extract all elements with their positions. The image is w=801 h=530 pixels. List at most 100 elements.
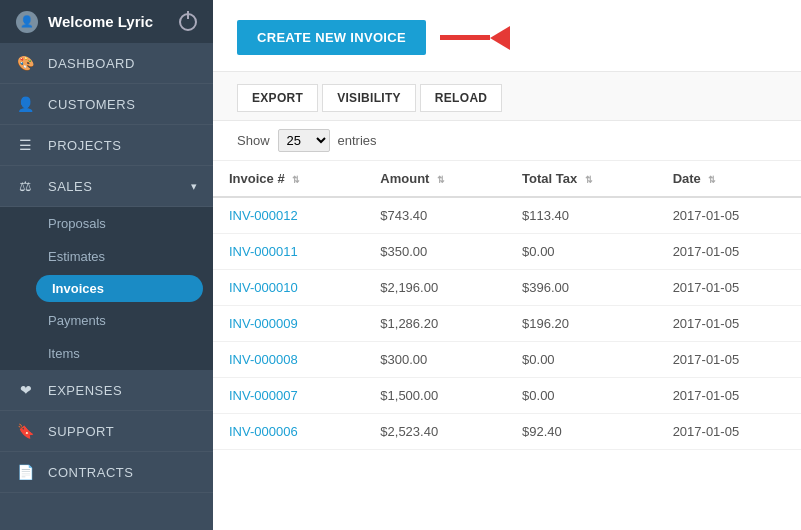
customers-icon: 👤 bbox=[16, 96, 36, 112]
visibility-button[interactable]: VISIBILITY bbox=[322, 84, 416, 112]
cell-amount: $300.00 bbox=[364, 342, 506, 378]
top-bar: CREATE NEW INVOICE bbox=[213, 0, 801, 72]
sidebar-item-label: SUPPORT bbox=[48, 424, 114, 439]
sidebar-header: 👤 Welcome Lyric bbox=[0, 0, 213, 43]
cell-amount: $743.40 bbox=[364, 197, 506, 234]
sidebar-item-label: SALES bbox=[48, 179, 92, 194]
cell-date: 2017-01-05 bbox=[657, 306, 801, 342]
col-date: Date ⇅ bbox=[657, 161, 801, 197]
cell-date: 2017-01-05 bbox=[657, 197, 801, 234]
arrow-head bbox=[490, 26, 510, 50]
sidebar-item-label: CUSTOMERS bbox=[48, 97, 135, 112]
cell-date: 2017-01-05 bbox=[657, 342, 801, 378]
cell-invoice: INV-000007 bbox=[213, 378, 364, 414]
invoices-table: Invoice # ⇅ Amount ⇅ Total Tax ⇅ Date ⇅ bbox=[213, 161, 801, 450]
sidebar-item-expenses[interactable]: ❤ EXPENSES bbox=[0, 370, 213, 411]
cell-tax: $92.40 bbox=[506, 414, 657, 450]
sidebar-item-support[interactable]: 🔖 SUPPORT bbox=[0, 411, 213, 452]
sales-submenu: Proposals Estimates Invoices Payments It… bbox=[0, 207, 213, 370]
invoice-link[interactable]: INV-000010 bbox=[229, 280, 298, 295]
main-content: CREATE NEW INVOICE EXPORT VISIBILITY REL… bbox=[213, 0, 801, 530]
dashboard-icon: 🎨 bbox=[16, 55, 36, 71]
sidebar-item-dashboard[interactable]: 🎨 DASHBOARD bbox=[0, 43, 213, 84]
table-row: INV-000009 $1,286.20 $196.20 2017-01-05 bbox=[213, 306, 801, 342]
invoice-link[interactable]: INV-000012 bbox=[229, 208, 298, 223]
invoices-table-container: Invoice # ⇅ Amount ⇅ Total Tax ⇅ Date ⇅ bbox=[213, 161, 801, 530]
chevron-down-icon: ▾ bbox=[191, 180, 198, 193]
expenses-icon: ❤ bbox=[16, 382, 36, 398]
cell-amount: $2,196.00 bbox=[364, 270, 506, 306]
contracts-icon: 📄 bbox=[16, 464, 36, 480]
projects-icon: ☰ bbox=[16, 137, 36, 153]
table-row: INV-000012 $743.40 $113.40 2017-01-05 bbox=[213, 197, 801, 234]
col-amount: Amount ⇅ bbox=[364, 161, 506, 197]
sidebar-item-items[interactable]: Items bbox=[0, 337, 213, 370]
col-invoice: Invoice # ⇅ bbox=[213, 161, 364, 197]
sidebar-item-contracts[interactable]: 📄 CONTRACTS bbox=[0, 452, 213, 493]
arrow-indicator bbox=[442, 26, 510, 50]
sidebar-item-customers[interactable]: 👤 CUSTOMERS bbox=[0, 84, 213, 125]
reload-button[interactable]: RELOAD bbox=[420, 84, 502, 112]
sidebar-item-sales[interactable]: ⚖ SALES ▾ bbox=[0, 166, 213, 207]
export-button[interactable]: EXPORT bbox=[237, 84, 318, 112]
sort-icon-invoice[interactable]: ⇅ bbox=[292, 175, 300, 185]
cell-invoice: INV-000010 bbox=[213, 270, 364, 306]
sidebar: 👤 Welcome Lyric 🎨 DASHBOARD 👤 CUSTOMERS … bbox=[0, 0, 213, 530]
invoice-link[interactable]: INV-000009 bbox=[229, 316, 298, 331]
table-header-row: Invoice # ⇅ Amount ⇅ Total Tax ⇅ Date ⇅ bbox=[213, 161, 801, 197]
sidebar-item-payments[interactable]: Payments bbox=[0, 304, 213, 337]
sidebar-header-left: 👤 Welcome Lyric bbox=[16, 11, 153, 33]
cell-date: 2017-01-05 bbox=[657, 378, 801, 414]
sidebar-item-label: PROJECTS bbox=[48, 138, 121, 153]
sidebar-item-label: CONTRACTS bbox=[48, 465, 133, 480]
cell-invoice: INV-000008 bbox=[213, 342, 364, 378]
power-icon[interactable] bbox=[179, 13, 197, 31]
cell-amount: $1,500.00 bbox=[364, 378, 506, 414]
sort-icon-tax[interactable]: ⇅ bbox=[585, 175, 593, 185]
cell-date: 2017-01-05 bbox=[657, 234, 801, 270]
cell-invoice: INV-000006 bbox=[213, 414, 364, 450]
cell-invoice: INV-000011 bbox=[213, 234, 364, 270]
sort-icon-date[interactable]: ⇅ bbox=[708, 175, 716, 185]
invoice-link[interactable]: INV-000006 bbox=[229, 424, 298, 439]
cell-tax: $0.00 bbox=[506, 378, 657, 414]
arrow-line bbox=[440, 35, 490, 40]
sidebar-item-estimates[interactable]: Estimates bbox=[0, 240, 213, 273]
sidebar-item-projects[interactable]: ☰ PROJECTS bbox=[0, 125, 213, 166]
cell-invoice: INV-000009 bbox=[213, 306, 364, 342]
cell-amount: $350.00 bbox=[364, 234, 506, 270]
support-icon: 🔖 bbox=[16, 423, 36, 439]
sidebar-item-label: DASHBOARD bbox=[48, 56, 135, 71]
invoice-link[interactable]: INV-000008 bbox=[229, 352, 298, 367]
sort-icon-amount[interactable]: ⇅ bbox=[437, 175, 445, 185]
table-row: INV-000007 $1,500.00 $0.00 2017-01-05 bbox=[213, 378, 801, 414]
cell-amount: $1,286.20 bbox=[364, 306, 506, 342]
cell-date: 2017-01-05 bbox=[657, 270, 801, 306]
entries-label: entries bbox=[338, 133, 377, 148]
invoice-link[interactable]: INV-000007 bbox=[229, 388, 298, 403]
sidebar-item-proposals[interactable]: Proposals bbox=[0, 207, 213, 240]
avatar: 👤 bbox=[16, 11, 38, 33]
show-row: Show 25 10 50 100 entries bbox=[213, 121, 801, 161]
entries-select[interactable]: 25 10 50 100 bbox=[278, 129, 330, 152]
sidebar-item-label: EXPENSES bbox=[48, 383, 122, 398]
create-invoice-button[interactable]: CREATE NEW INVOICE bbox=[237, 20, 426, 55]
table-controls: EXPORT VISIBILITY RELOAD bbox=[213, 72, 801, 121]
col-tax: Total Tax ⇅ bbox=[506, 161, 657, 197]
cell-tax: $0.00 bbox=[506, 342, 657, 378]
cell-tax: $113.40 bbox=[506, 197, 657, 234]
cell-amount: $2,523.40 bbox=[364, 414, 506, 450]
invoice-link[interactable]: INV-000011 bbox=[229, 244, 298, 259]
show-label: Show bbox=[237, 133, 270, 148]
cell-invoice: INV-000012 bbox=[213, 197, 364, 234]
cell-tax: $196.20 bbox=[506, 306, 657, 342]
table-row: INV-000008 $300.00 $0.00 2017-01-05 bbox=[213, 342, 801, 378]
cell-tax: $0.00 bbox=[506, 234, 657, 270]
table-row: INV-000006 $2,523.40 $92.40 2017-01-05 bbox=[213, 414, 801, 450]
cell-tax: $396.00 bbox=[506, 270, 657, 306]
table-row: INV-000010 $2,196.00 $396.00 2017-01-05 bbox=[213, 270, 801, 306]
cell-date: 2017-01-05 bbox=[657, 414, 801, 450]
sidebar-title: Welcome Lyric bbox=[48, 13, 153, 30]
sidebar-item-invoices[interactable]: Invoices bbox=[36, 275, 203, 302]
sales-icon: ⚖ bbox=[16, 178, 36, 194]
